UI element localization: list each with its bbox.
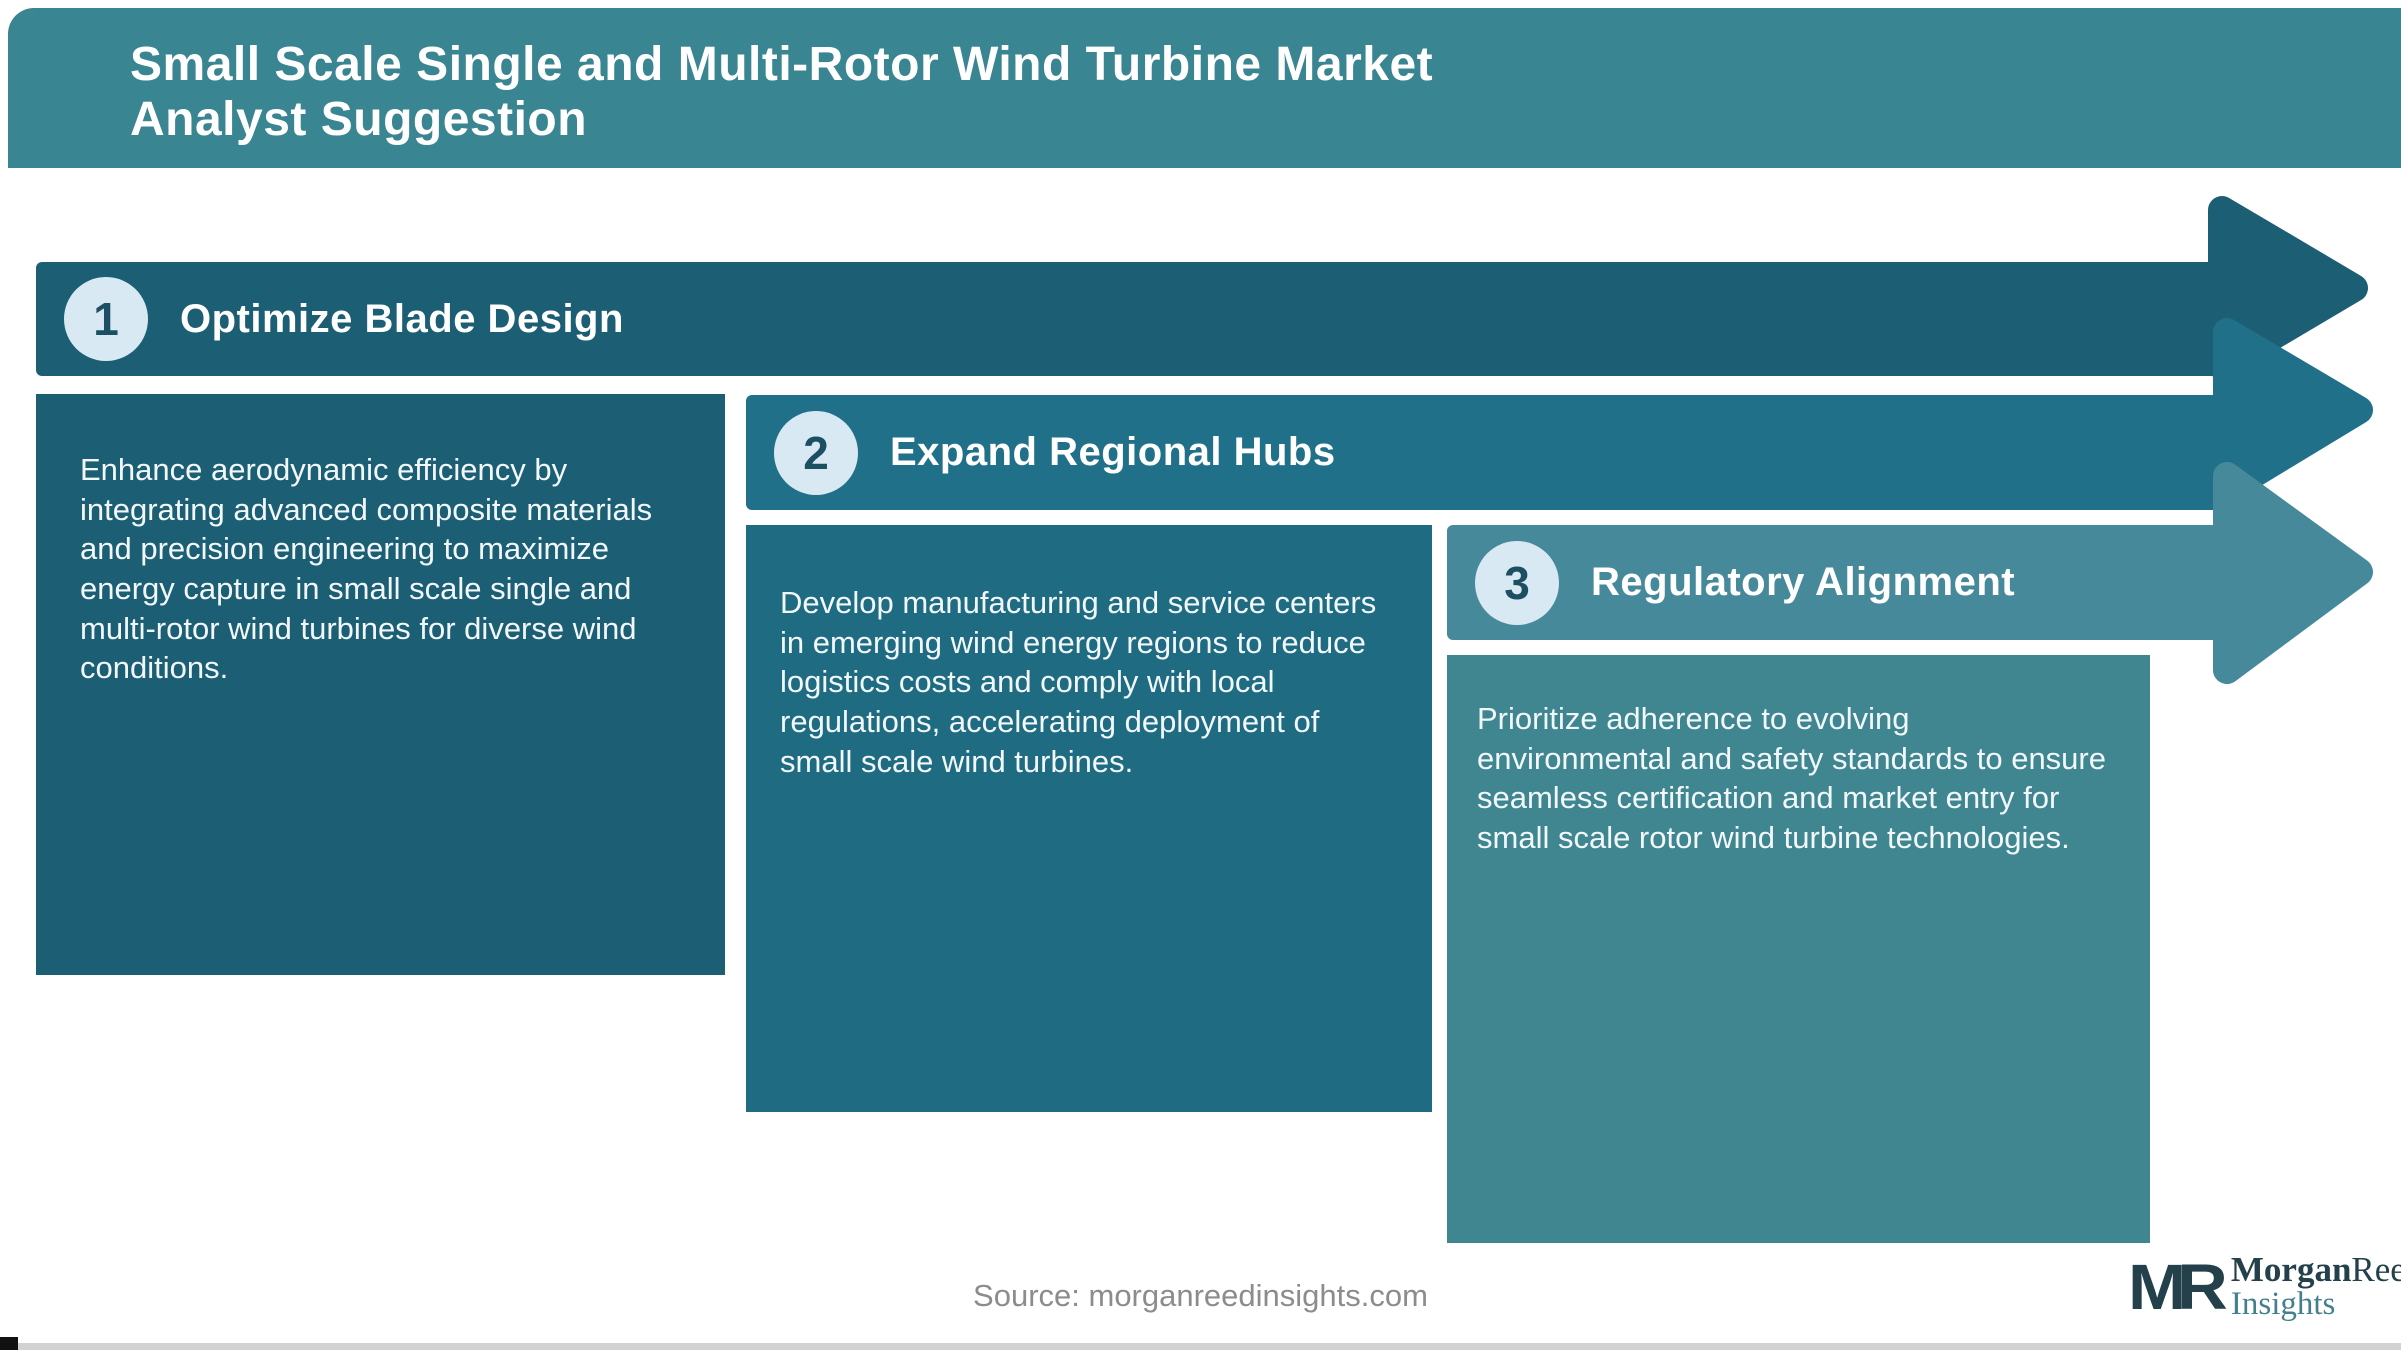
morganreed-logo: MR MorganReed Insights: [2128, 1252, 2401, 1322]
step3-title: Regulatory Alignment: [1591, 560, 2015, 605]
step1-number-badge: 1: [64, 277, 148, 361]
step2-description: Develop manufacturing and service center…: [780, 585, 1376, 779]
step3-description: Prioritize adherence to evolving environ…: [1477, 701, 2106, 855]
step1-band: 1 Optimize Blade Design: [36, 262, 2245, 376]
step1-title: Optimize Blade Design: [180, 297, 624, 342]
step3-description-box: Prioritize adherence to evolving environ…: [1447, 655, 2150, 1243]
mr-monogram-icon: MR: [2128, 1255, 2219, 1319]
step1-description-box: Enhance aerodynamic efficiency by integr…: [36, 394, 725, 975]
step2-title: Expand Regional Hubs: [890, 430, 1336, 475]
page-title-line2: Analyst Suggestion: [130, 93, 587, 146]
logo-subtitle: Insights: [2231, 1288, 2401, 1322]
header-banner: Small Scale Single and Multi-Rotor Wind …: [8, 8, 2401, 168]
step2-band: 2 Expand Regional Hubs: [746, 395, 2245, 510]
logo-brand-name: MorganReed: [2231, 1252, 2401, 1288]
infographic-canvas: Small Scale Single and Multi-Rotor Wind …: [0, 0, 2401, 1350]
step3-band: 3 Regulatory Alignment: [1447, 525, 2245, 640]
page-title: Small Scale Single and Multi-Rotor Wind …: [8, 8, 2401, 147]
source-attribution: Source: morganreedinsights.com: [0, 1278, 2401, 1314]
step1-description: Enhance aerodynamic efficiency by integr…: [80, 452, 652, 685]
step2-number-badge: 2: [774, 411, 858, 495]
step3-number-badge: 3: [1475, 541, 1559, 625]
bottom-left-nub: [0, 1337, 18, 1350]
page-title-line1: Small Scale Single and Multi-Rotor Wind …: [130, 38, 1433, 91]
logo-text: MorganReed Insights: [2231, 1252, 2401, 1321]
step2-description-box: Develop manufacturing and service center…: [746, 525, 1432, 1112]
bottom-edge-strip: [0, 1343, 2401, 1350]
